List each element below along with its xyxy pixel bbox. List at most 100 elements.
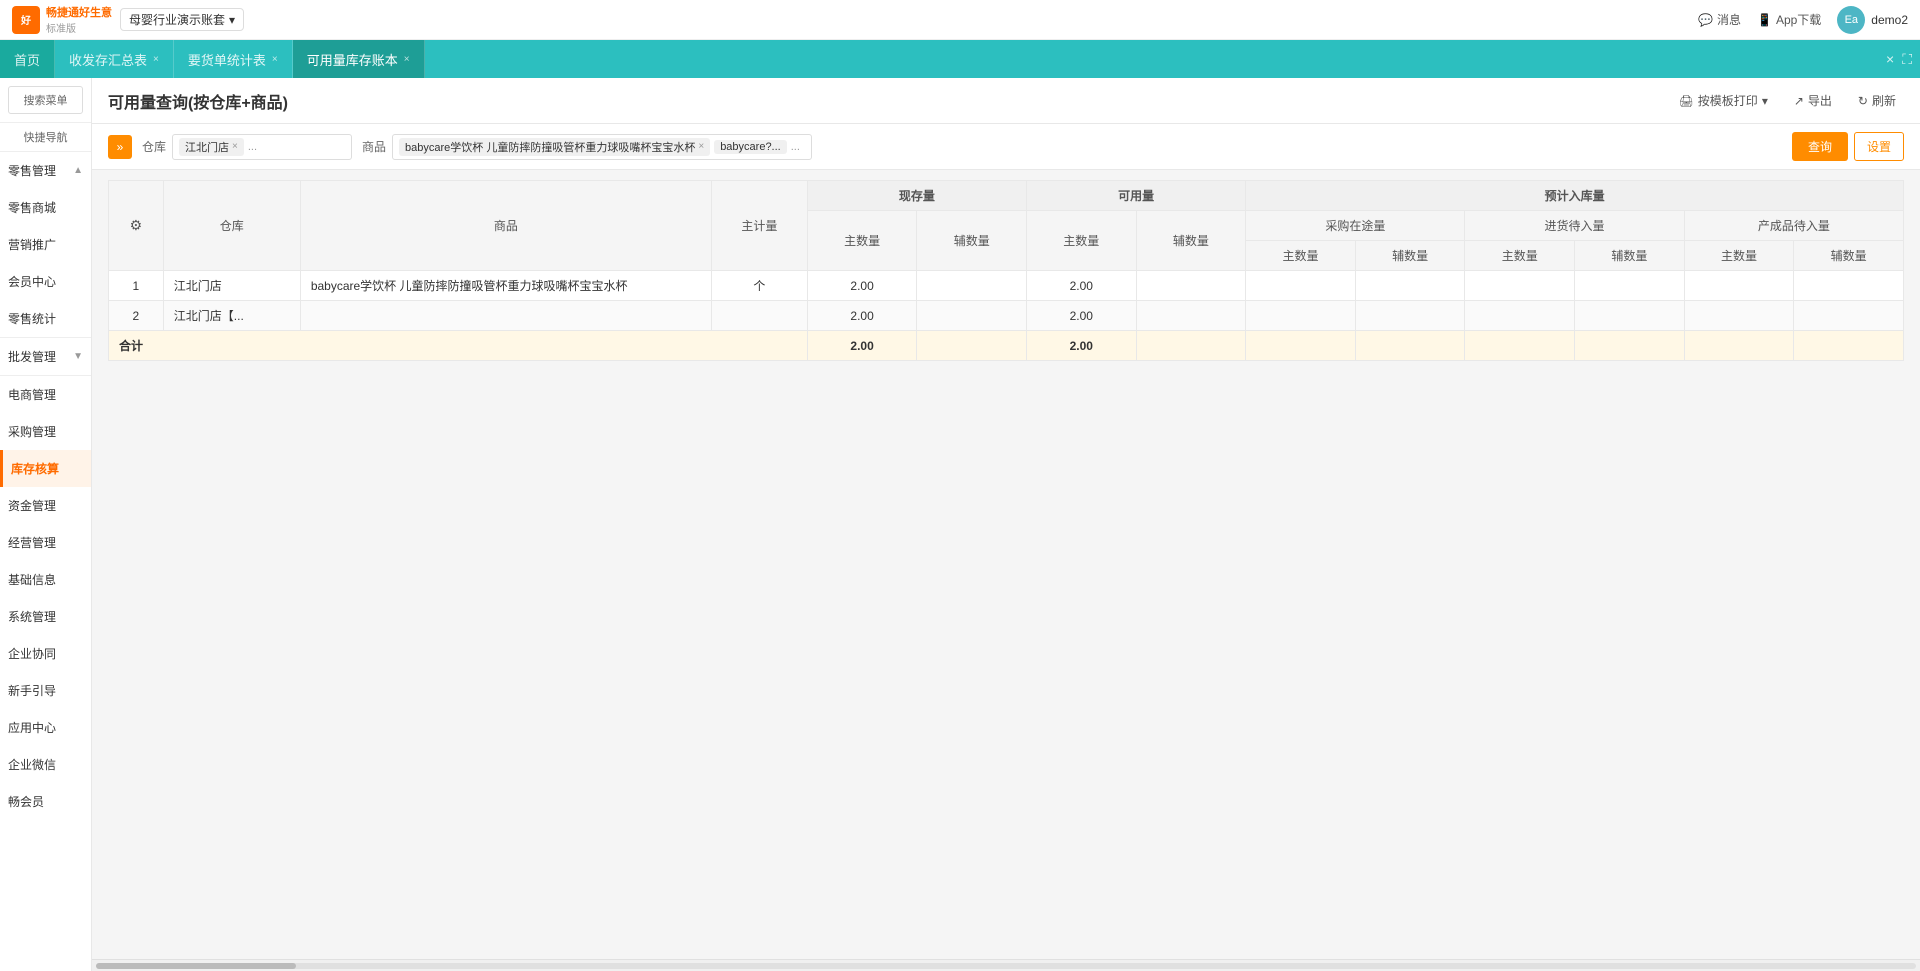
row-inbound-main <box>1465 301 1575 331</box>
sidebar-item-wholesale-mgmt[interactable]: 批发管理 ▼ <box>0 338 91 375</box>
content-area: 可用量查询(按仓库+商品) 🖨 按模板打印 ▾ ↗ 导出 ↻ 刷新 <box>92 78 1920 971</box>
sidebar: 搜索菜单 快捷导航 零售管理 ▲ 零售商城 营销推广 会员中心 零售统计 批发管… <box>0 78 92 971</box>
tab-order-stats[interactable]: 要货单统计表 × <box>174 40 293 78</box>
page-title: 可用量查询(按仓库+商品) <box>108 89 288 113</box>
query-button[interactable]: 查询 <box>1792 132 1848 161</box>
tab-label: 要货单统计表 <box>188 50 266 69</box>
expand-filter-button[interactable]: » <box>108 135 132 159</box>
row-purchase-main <box>1246 271 1356 301</box>
app-download-button[interactable]: 📱 App下载 <box>1757 11 1821 28</box>
row-no: 1 <box>109 271 164 301</box>
tab-spacer <box>425 40 1878 78</box>
refresh-button[interactable]: ↻ 刷新 <box>1850 88 1904 113</box>
avail-main-header: 主数量 <box>1027 211 1137 271</box>
sidebar-item-enterprise-wechat[interactable]: 企业微信 <box>0 746 91 783</box>
page-header: 可用量查询(按仓库+商品) 🖨 按模板打印 ▾ ↗ 导出 ↻ 刷新 <box>92 78 1920 124</box>
sidebar-item-quick-nav[interactable]: 快捷导航 <box>0 123 91 152</box>
product-filter: 商品 babycare学饮杯 儿童防摔防撞吸管杯重力球吸嘴杯宝宝水杯 × bab… <box>362 134 812 160</box>
user-profile[interactable]: Ea demo2 <box>1837 6 1908 34</box>
product-label: 商品 <box>362 138 386 155</box>
close-icon[interactable]: × <box>404 54 410 65</box>
chevron-up-icon: ▲ <box>73 165 83 176</box>
sidebar-item-retail-stats[interactable]: 零售统计 <box>0 300 91 337</box>
close-icon[interactable]: × <box>153 54 159 65</box>
warehouse-label: 仓库 <box>142 138 166 155</box>
sidebar-item-basic-info[interactable]: 基础信息 <box>0 561 91 598</box>
settings-button[interactable]: 设置 <box>1854 132 1904 161</box>
industry-selector[interactable]: 母婴行业演示账套 ▾ <box>120 8 244 31</box>
horizontal-scrollbar[interactable] <box>92 959 1920 971</box>
sidebar-item-member-center[interactable]: 会员中心 <box>0 263 91 300</box>
plan-group-header: 预计入库量 <box>1246 181 1904 211</box>
sidebar-item-operations[interactable]: 经营管理 <box>0 524 91 561</box>
row-avail-main: 2.00 <box>1027 301 1137 331</box>
summary-label: 合计 <box>109 331 808 361</box>
sidebar-item-marketing[interactable]: 营销推广 <box>0 226 91 263</box>
print-button[interactable]: 🖨 按模板打印 ▾ <box>1671 88 1776 113</box>
sidebar-item-system-mgmt[interactable]: 系统管理 <box>0 598 91 635</box>
stock-main-header: 主数量 <box>807 211 917 271</box>
row-stock-aux <box>917 301 1027 331</box>
top-bar: 好 畅捷通好生意 标准版 母婴行业演示账套 ▾ 💬 消息 📱 App下载 Ea … <box>0 0 1920 40</box>
sidebar-item-new-guide[interactable]: 新手引导 <box>0 672 91 709</box>
sidebar-item-retail-mall[interactable]: 零售商城 <box>0 189 91 226</box>
sidebar-item-inventory-check[interactable]: 库存核算 <box>0 450 91 487</box>
sidebar-section-retail: 零售管理 ▲ 零售商城 营销推广 会员中心 零售统计 <box>0 152 91 338</box>
top-bar-right: 💬 消息 📱 App下载 Ea demo2 <box>1698 6 1908 34</box>
summary-produce-main <box>1684 331 1794 361</box>
stock-group-header: 现存量 <box>807 181 1026 211</box>
summary-stock-main: 2.00 <box>807 331 917 361</box>
produce-main-header: 主数量 <box>1684 241 1794 271</box>
remove-product-tag1-button[interactable]: × <box>698 141 704 152</box>
row-inbound-aux <box>1575 301 1685 331</box>
table-row: 1 江北门店 babycare学饮杯 儿童防摔防撞吸管杯重力球吸嘴杯宝宝水杯 个… <box>109 271 1904 301</box>
tab-available-inventory[interactable]: 可用量库存账本 × <box>293 40 425 78</box>
warehouse-more-icon[interactable]: ... <box>248 141 257 153</box>
sidebar-item-purchase-mgmt[interactable]: 采购管理 <box>0 413 91 450</box>
sidebar-item-ecommerce[interactable]: 电商管理 <box>0 376 91 413</box>
product-more-icon[interactable]: ... <box>791 141 800 153</box>
fullscreen-button[interactable]: ⛶ <box>1902 51 1912 68</box>
avail-group-header: 可用量 <box>1027 181 1246 211</box>
purchase-aux-header: 辅数量 <box>1355 241 1465 271</box>
logo-icon: 好 <box>12 6 40 34</box>
sidebar-item-member[interactable]: 畅会员 <box>0 783 91 820</box>
summary-purchase-aux <box>1355 331 1465 361</box>
main-layout: 搜索菜单 快捷导航 零售管理 ▲ 零售商城 营销推广 会员中心 零售统计 批发管… <box>0 78 1920 971</box>
message-icon: 💬 <box>1698 13 1713 27</box>
row-warehouse: 江北门店 <box>163 271 300 301</box>
warehouse-tag: 江北门店 × <box>179 138 244 156</box>
scroll-thumb[interactable] <box>96 963 296 969</box>
sidebar-item-enterprise-collab[interactable]: 企业协同 <box>0 635 91 672</box>
row-purchase-aux <box>1355 301 1465 331</box>
row-produce-aux <box>1794 301 1904 331</box>
row-unit <box>711 301 807 331</box>
sidebar-item-app-center[interactable]: 应用中心 <box>0 709 91 746</box>
summary-inbound-main <box>1465 331 1575 361</box>
message-button[interactable]: 💬 消息 <box>1698 11 1741 28</box>
tab-home[interactable]: 首页 <box>0 40 55 78</box>
page-header-actions: 🖨 按模板打印 ▾ ↗ 导出 ↻ 刷新 <box>1671 88 1904 113</box>
summary-stock-aux <box>917 331 1027 361</box>
product-tag-area[interactable]: babycare学饮杯 儿童防摔防撞吸管杯重力球吸嘴杯宝宝水杯 × babyca… <box>392 134 812 160</box>
nav-tab-actions: × ⛶ <box>1878 40 1920 78</box>
remove-warehouse-tag-button[interactable]: × <box>232 141 238 152</box>
phone-icon: 📱 <box>1757 13 1772 27</box>
close-all-tabs-button[interactable]: × <box>1886 51 1894 67</box>
top-bar-left: 好 畅捷通好生意 标准版 母婴行业演示账套 ▾ <box>12 4 244 35</box>
nav-tabs: 首页 收发存汇总表 × 要货单统计表 × 可用量库存账本 × × ⛶ <box>0 40 1920 78</box>
close-icon[interactable]: × <box>272 54 278 65</box>
export-button[interactable]: ↗ 导出 <box>1786 88 1840 113</box>
warehouse-tag-area[interactable]: 江北门店 × ... <box>172 134 352 160</box>
tab-receive-summary[interactable]: 收发存汇总表 × <box>55 40 174 78</box>
sidebar-section-wholesale: 批发管理 ▼ <box>0 338 91 376</box>
summary-inbound-aux <box>1575 331 1685 361</box>
row-no: 2 <box>109 301 164 331</box>
search-menu-button[interactable]: 搜索菜单 <box>8 86 83 114</box>
row-inbound-aux <box>1575 271 1685 301</box>
sidebar-item-finance[interactable]: 资金管理 <box>0 487 91 524</box>
sidebar-item-retail-mgmt[interactable]: 零售管理 ▲ <box>0 152 91 189</box>
chevron-down-icon: ▾ <box>1762 94 1768 108</box>
row-purchase-main <box>1246 301 1356 331</box>
table-row: 2 江北门店【... 2.00 2.00 <box>109 301 1904 331</box>
